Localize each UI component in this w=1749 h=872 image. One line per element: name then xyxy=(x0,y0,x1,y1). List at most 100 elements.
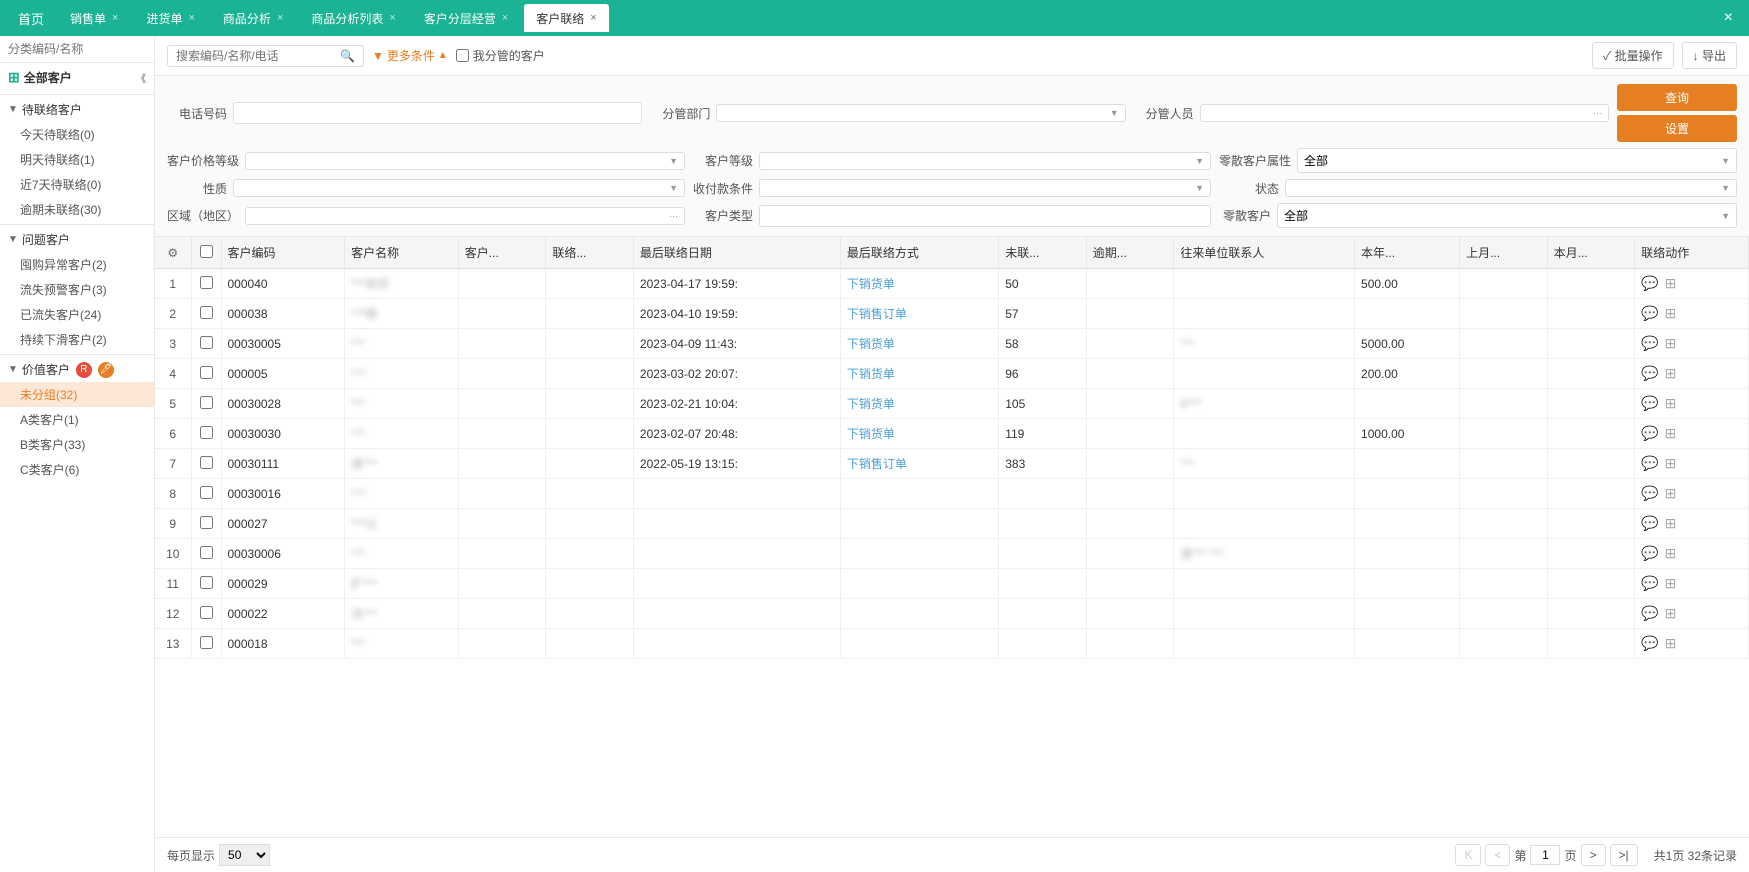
gear-icon[interactable]: ⚙ xyxy=(167,246,178,260)
sidebar-item-a-class[interactable]: A类客户(1) xyxy=(0,407,154,432)
reset-btn[interactable]: 设置 xyxy=(1617,115,1737,142)
action-chat-icon[interactable]: 💬 xyxy=(1641,365,1658,382)
row-checkbox[interactable] xyxy=(200,636,213,649)
tab-product-analysis[interactable]: 商品分析 × xyxy=(211,4,295,32)
last-way-link[interactable]: 下销货单 xyxy=(847,427,895,441)
row-checkbox[interactable] xyxy=(200,486,213,499)
action-chat-icon[interactable]: 💬 xyxy=(1641,425,1658,442)
last-way-link[interactable]: 下销货单 xyxy=(847,397,895,411)
status-select[interactable]: ▼ xyxy=(1285,179,1737,197)
close-list-tab[interactable]: × xyxy=(389,12,395,24)
sidebar-item-7days[interactable]: 近7天待联络(0) xyxy=(0,172,154,197)
search-input[interactable] xyxy=(176,49,336,63)
sidebar-item-declining[interactable]: 持续下滑客户(2) xyxy=(0,327,154,352)
tab-product-list[interactable]: 商品分析列表 × xyxy=(299,4,407,32)
region-select[interactable]: ··· xyxy=(245,207,685,225)
page-size-select[interactable]: 20 50 100 xyxy=(219,844,270,866)
home-tab[interactable]: 首页 xyxy=(8,9,54,28)
sidebar-item-b-class[interactable]: B类客户(33) xyxy=(0,432,154,457)
window-close-button[interactable]: × xyxy=(1716,9,1741,26)
customer-type-input[interactable] xyxy=(759,205,1211,227)
sidebar-item-overdue[interactable]: 逾期未联络(30) xyxy=(0,197,154,222)
last-page-btn[interactable]: >| xyxy=(1610,844,1638,866)
search-icon[interactable]: 🔍 xyxy=(340,49,355,63)
action-chat-icon[interactable]: 💬 xyxy=(1641,605,1658,622)
sidebar-item-tomorrow[interactable]: 明天待联络(1) xyxy=(0,147,154,172)
close-purchase-tab[interactable]: × xyxy=(188,12,194,24)
action-grid-icon[interactable]: ⊞ xyxy=(1665,545,1677,562)
sidebar-item-churned[interactable]: 已流失客户(24) xyxy=(0,302,154,327)
action-chat-icon[interactable]: 💬 xyxy=(1641,635,1658,652)
tab-purchase[interactable]: 进货单 × xyxy=(134,4,206,32)
sidebar-collapse-btn[interactable]: 《 xyxy=(136,70,146,85)
select-all-checkbox[interactable] xyxy=(200,245,213,258)
row-checkbox[interactable] xyxy=(200,396,213,409)
close-product-tab[interactable]: × xyxy=(277,12,283,24)
price-level-select[interactable]: ▼ xyxy=(245,152,685,170)
all-customers-header[interactable]: ⊞ 全部客户 《 xyxy=(0,63,154,92)
action-grid-icon[interactable]: ⊞ xyxy=(1665,425,1677,442)
action-chat-icon[interactable]: 💬 xyxy=(1641,515,1658,532)
action-grid-icon[interactable]: ⊞ xyxy=(1665,485,1677,502)
tab-customer-contact[interactable]: 客户联络 × xyxy=(524,4,608,32)
row-checkbox[interactable] xyxy=(200,606,213,619)
action-chat-icon[interactable]: 💬 xyxy=(1641,455,1658,472)
sidebar-item-today[interactable]: 今天待联络(0) xyxy=(0,122,154,147)
action-chat-icon[interactable]: 💬 xyxy=(1641,545,1658,562)
sidebar-search-input[interactable] xyxy=(8,42,155,56)
action-chat-icon[interactable]: 💬 xyxy=(1641,395,1658,412)
last-way-link[interactable]: 下销售订单 xyxy=(847,307,907,321)
nature-select[interactable]: ▼ xyxy=(233,179,685,197)
row-checkbox[interactable] xyxy=(200,276,213,289)
manager-select[interactable]: ··· xyxy=(1200,104,1609,122)
action-grid-icon[interactable]: ⊞ xyxy=(1665,395,1677,412)
action-chat-icon[interactable]: 💬 xyxy=(1641,305,1658,322)
my-customer-checkbox[interactable] xyxy=(456,49,469,62)
retail-attr-select[interactable]: 全部 ▼ xyxy=(1297,148,1737,173)
payment-select[interactable]: ▼ xyxy=(759,179,1211,197)
action-chat-icon[interactable]: 💬 xyxy=(1641,335,1658,352)
sidebar-item-churn-warning[interactable]: 流失预警客户(3) xyxy=(0,277,154,302)
dept-select[interactable]: ▼ xyxy=(716,104,1125,122)
action-grid-icon[interactable]: ⊞ xyxy=(1665,635,1677,652)
page-number-input[interactable] xyxy=(1530,845,1560,865)
customer-level-select[interactable]: ▼ xyxy=(759,152,1211,170)
action-grid-icon[interactable]: ⊞ xyxy=(1665,275,1677,292)
action-grid-icon[interactable]: ⊞ xyxy=(1665,455,1677,472)
tab-customer-segment[interactable]: 客户分层经营 × xyxy=(412,4,520,32)
action-grid-icon[interactable]: ⊞ xyxy=(1665,305,1677,322)
export-btn[interactable]: ↓ 导出 xyxy=(1682,42,1737,69)
action-grid-icon[interactable]: ⊞ xyxy=(1665,365,1677,382)
row-checkbox[interactable] xyxy=(200,456,213,469)
row-checkbox[interactable] xyxy=(200,516,213,529)
group-problem-customer[interactable]: ▼ 问题客户 xyxy=(0,227,154,252)
sidebar-item-c-class[interactable]: C类客户(6) xyxy=(0,457,154,482)
first-page-btn[interactable]: K xyxy=(1455,844,1481,866)
row-checkbox[interactable] xyxy=(200,366,213,379)
last-way-link[interactable]: 下销售订单 xyxy=(847,457,907,471)
col-gear[interactable]: ⚙ xyxy=(155,237,191,269)
row-checkbox[interactable] xyxy=(200,306,213,319)
action-chat-icon[interactable]: 💬 xyxy=(1641,485,1658,502)
action-chat-icon[interactable]: 💬 xyxy=(1641,275,1658,292)
last-way-link[interactable]: 下销货单 xyxy=(847,277,895,291)
group-value-customer[interactable]: ▼ 价值客户 R 🖊 xyxy=(0,357,154,382)
action-grid-icon[interactable]: ⊞ xyxy=(1665,335,1677,352)
sidebar-item-abnormal[interactable]: 囤购异常客户(2) xyxy=(0,252,154,277)
action-grid-icon[interactable]: ⊞ xyxy=(1665,515,1677,532)
row-checkbox[interactable] xyxy=(200,546,213,559)
sidebar-item-ungroup[interactable]: 未分组(32) xyxy=(0,382,154,407)
row-checkbox[interactable] xyxy=(200,426,213,439)
close-segment-tab[interactable]: × xyxy=(502,12,508,24)
query-btn[interactable]: 查询 xyxy=(1617,84,1737,111)
retail-customer-select[interactable]: 全部 ▼ xyxy=(1277,203,1737,228)
batch-operation-btn[interactable]: ✓ 批量操作 xyxy=(1592,42,1674,69)
tab-sales[interactable]: 销售单 × xyxy=(58,4,130,32)
row-checkbox[interactable] xyxy=(200,336,213,349)
action-grid-icon[interactable]: ⊞ xyxy=(1665,605,1677,622)
group-pending-contact[interactable]: ▼ 待联络客户 xyxy=(0,97,154,122)
action-chat-icon[interactable]: 💬 xyxy=(1641,575,1658,592)
more-conditions-btn[interactable]: ▼ 更多条件 ▲ xyxy=(372,47,448,64)
action-grid-icon[interactable]: ⊞ xyxy=(1665,575,1677,592)
close-contact-tab[interactable]: × xyxy=(590,12,596,24)
